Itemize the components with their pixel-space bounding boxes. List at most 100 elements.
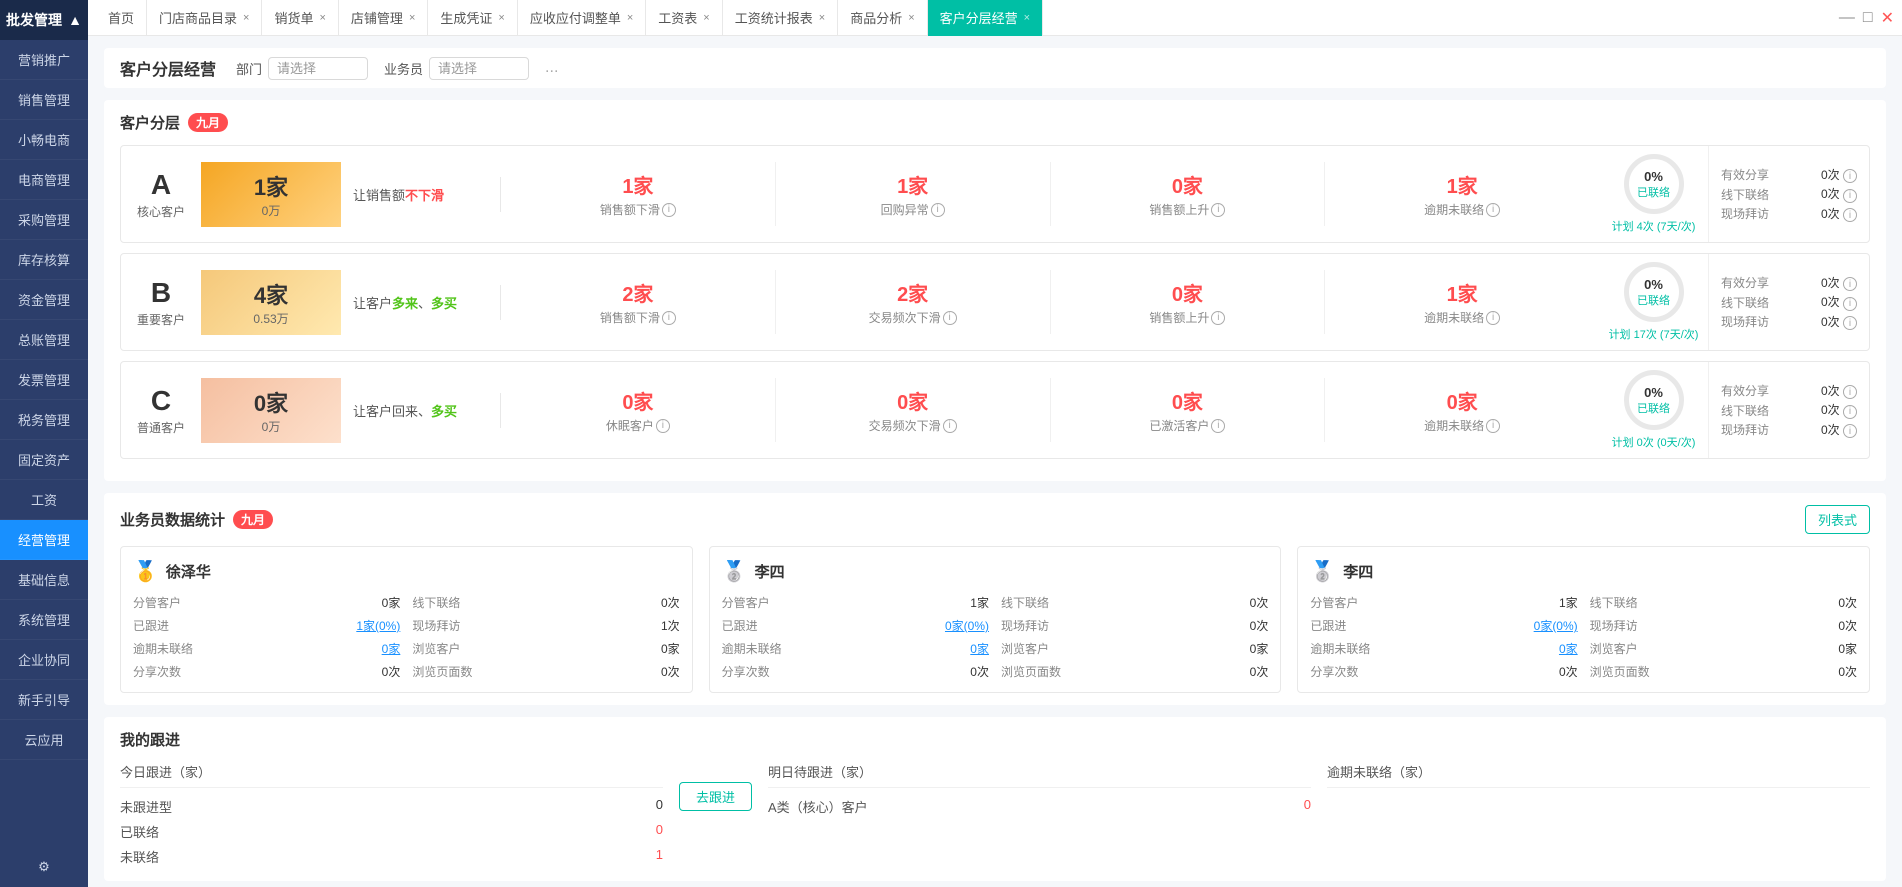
info-icon[interactable]: i: [1843, 208, 1857, 222]
sidebar-item-发票管理[interactable]: 发票管理: [0, 360, 88, 400]
info-icon[interactable]: i: [931, 203, 945, 217]
tab-销货单[interactable]: 销货单×: [262, 0, 338, 36]
customer-section-title: 客户分层 九月: [120, 112, 1870, 133]
tab-门店商品目录[interactable]: 门店商品目录×: [147, 0, 262, 36]
tab-生成凭证[interactable]: 生成凭证×: [428, 0, 517, 36]
info-icon[interactable]: i: [1843, 424, 1857, 438]
tab-首页[interactable]: 首页: [96, 0, 147, 36]
tier-stat-item[interactable]: 0家销售额上升 i: [1051, 270, 1326, 334]
sidebar-item-企业协同[interactable]: 企业协同: [0, 640, 88, 680]
window-minimize-icon[interactable]: —: [1839, 9, 1855, 27]
staff-stat-val[interactable]: 0家(0%): [1534, 617, 1578, 634]
info-icon[interactable]: i: [1843, 316, 1857, 330]
tier-count-main-A: 1家: [254, 170, 288, 202]
sidebar-settings[interactable]: ⚙: [0, 847, 88, 887]
sidebar-item-资金管理[interactable]: 资金管理: [0, 280, 88, 320]
sidebar-item-系统管理[interactable]: 系统管理: [0, 600, 88, 640]
sidebar-item-工资[interactable]: 工资: [0, 480, 88, 520]
tab-close-门店商品目录[interactable]: ×: [243, 12, 249, 24]
sidebar-item-库存核算[interactable]: 库存核算: [0, 240, 88, 280]
followup-row-val: 0: [1304, 797, 1311, 816]
tab-应收应付调整单[interactable]: 应收应付调整单×: [518, 0, 646, 36]
tier-stat-item[interactable]: 2家交易频次下滑 i: [776, 270, 1051, 334]
info-icon[interactable]: i: [1486, 419, 1500, 433]
info-icon[interactable]: i: [1843, 169, 1857, 183]
tab-close-工资表[interactable]: ×: [703, 12, 709, 24]
list-view-button[interactable]: 列表式: [1805, 505, 1870, 534]
staff-stat-val[interactable]: 0家(0%): [945, 617, 989, 634]
info-icon[interactable]: i: [1843, 189, 1857, 203]
sidebar-item-小畅电商[interactable]: 小畅电商: [0, 120, 88, 160]
circle-sub-C: 计划 0次 (0天/次): [1612, 434, 1696, 450]
right-stat-row: 有效分享0次 i: [1721, 382, 1857, 400]
staff-stat-label: 现场拜访: [412, 617, 460, 634]
info-icon[interactable]: i: [662, 311, 676, 325]
info-icon[interactable]: i: [1486, 203, 1500, 217]
tab-工资表[interactable]: 工资表×: [646, 0, 722, 36]
info-icon[interactable]: i: [1843, 405, 1857, 419]
staff-stat-val[interactable]: 0家: [970, 640, 989, 657]
sidebar-item-采购管理[interactable]: 采购管理: [0, 200, 88, 240]
tier-stat-item[interactable]: 1家销售额下滑 i: [501, 162, 776, 226]
staff-stat-right-row: 浏览页面数0次: [1001, 663, 1268, 680]
window-close-icon[interactable]: ✕: [1881, 8, 1894, 28]
tab-店铺管理[interactable]: 店铺管理×: [339, 0, 428, 36]
info-icon[interactable]: i: [1486, 311, 1500, 325]
sidebar-collapse-icon[interactable]: ▲: [68, 12, 82, 28]
right-stat-val: 0次 i: [1821, 313, 1857, 331]
tier-stat-item[interactable]: 1家回购异常 i: [776, 162, 1051, 226]
sidebar-item-新手引导[interactable]: 新手引导: [0, 680, 88, 720]
info-icon[interactable]: i: [1211, 203, 1225, 217]
window-restore-icon[interactable]: □: [1863, 9, 1873, 27]
info-icon[interactable]: i: [943, 311, 957, 325]
staff-stat-val[interactable]: 0家: [382, 640, 401, 657]
tier-count-A: 1家0万: [201, 162, 341, 227]
tier-stat-item[interactable]: 0家销售额上升 i: [1051, 162, 1326, 226]
tier-stat-item[interactable]: 0家交易频次下滑 i: [776, 378, 1051, 442]
tab-close-应收应付调整单[interactable]: ×: [627, 12, 633, 24]
info-icon[interactable]: i: [662, 203, 676, 217]
sidebar-item-经营管理[interactable]: 经营管理: [0, 520, 88, 560]
info-icon[interactable]: i: [1211, 311, 1225, 325]
info-icon[interactable]: i: [1843, 277, 1857, 291]
info-icon[interactable]: i: [1843, 385, 1857, 399]
info-icon[interactable]: i: [1211, 419, 1225, 433]
staff-stat-val[interactable]: 0家: [1559, 640, 1578, 657]
tier-stat-item[interactable]: 0家逾期未联络 i: [1325, 378, 1599, 442]
circle-connected-C: 已联络: [1637, 400, 1670, 416]
sidebar-top[interactable]: 批发管理 ▲: [0, 0, 88, 40]
info-icon[interactable]: i: [656, 419, 670, 433]
tier-stat-item[interactable]: 0家休眠客户 i: [501, 378, 776, 442]
sidebar-item-云应用[interactable]: 云应用: [0, 720, 88, 760]
staff-select[interactable]: 请选择: [429, 57, 529, 80]
tab-close-商品分析[interactable]: ×: [908, 12, 914, 24]
tier-stat-item[interactable]: 2家销售额下滑 i: [501, 270, 776, 334]
followup-row-label: 未跟进型: [120, 797, 172, 816]
staff-stat-val[interactable]: 1家(0%): [356, 617, 400, 634]
tab-close-工资统计报表[interactable]: ×: [819, 12, 825, 24]
tab-商品分析[interactable]: 商品分析×: [838, 0, 927, 36]
goto-followup-button[interactable]: 去跟进: [679, 782, 752, 811]
info-icon[interactable]: i: [1843, 297, 1857, 311]
tab-工资统计报表[interactable]: 工资统计报表×: [723, 0, 838, 36]
sidebar-item-销售管理[interactable]: 销售管理: [0, 80, 88, 120]
sidebar-item-营销推广[interactable]: 营销推广: [0, 40, 88, 80]
tab-客户分层经营[interactable]: 客户分层经营×: [928, 0, 1043, 36]
staff-card: 🥇徐泽华分管客户0家线下联络0次已跟进1家(0%)现场拜访1次逾期未联络0家浏览…: [120, 546, 693, 693]
tier-stat-item[interactable]: 1家逾期未联络 i: [1325, 162, 1599, 226]
sidebar-item-税务管理[interactable]: 税务管理: [0, 400, 88, 440]
info-icon[interactable]: i: [943, 419, 957, 433]
followup-row-label: A类（核心）客户: [768, 797, 868, 816]
sidebar-item-电商管理[interactable]: 电商管理: [0, 160, 88, 200]
sidebar-item-固定资产[interactable]: 固定资产: [0, 440, 88, 480]
tab-close-生成凭证[interactable]: ×: [498, 12, 504, 24]
tier-stat-item[interactable]: 0家已激活客户 i: [1051, 378, 1326, 442]
filter-more-dots[interactable]: ...: [545, 59, 558, 77]
sidebar-item-基础信息[interactable]: 基础信息: [0, 560, 88, 600]
tab-close-销货单[interactable]: ×: [319, 12, 325, 24]
tab-close-店铺管理[interactable]: ×: [409, 12, 415, 24]
tab-close-客户分层经营[interactable]: ×: [1024, 12, 1030, 24]
dept-select[interactable]: 请选择: [268, 57, 368, 80]
tier-stat-item[interactable]: 1家逾期未联络 i: [1325, 270, 1599, 334]
sidebar-item-总账管理[interactable]: 总账管理: [0, 320, 88, 360]
